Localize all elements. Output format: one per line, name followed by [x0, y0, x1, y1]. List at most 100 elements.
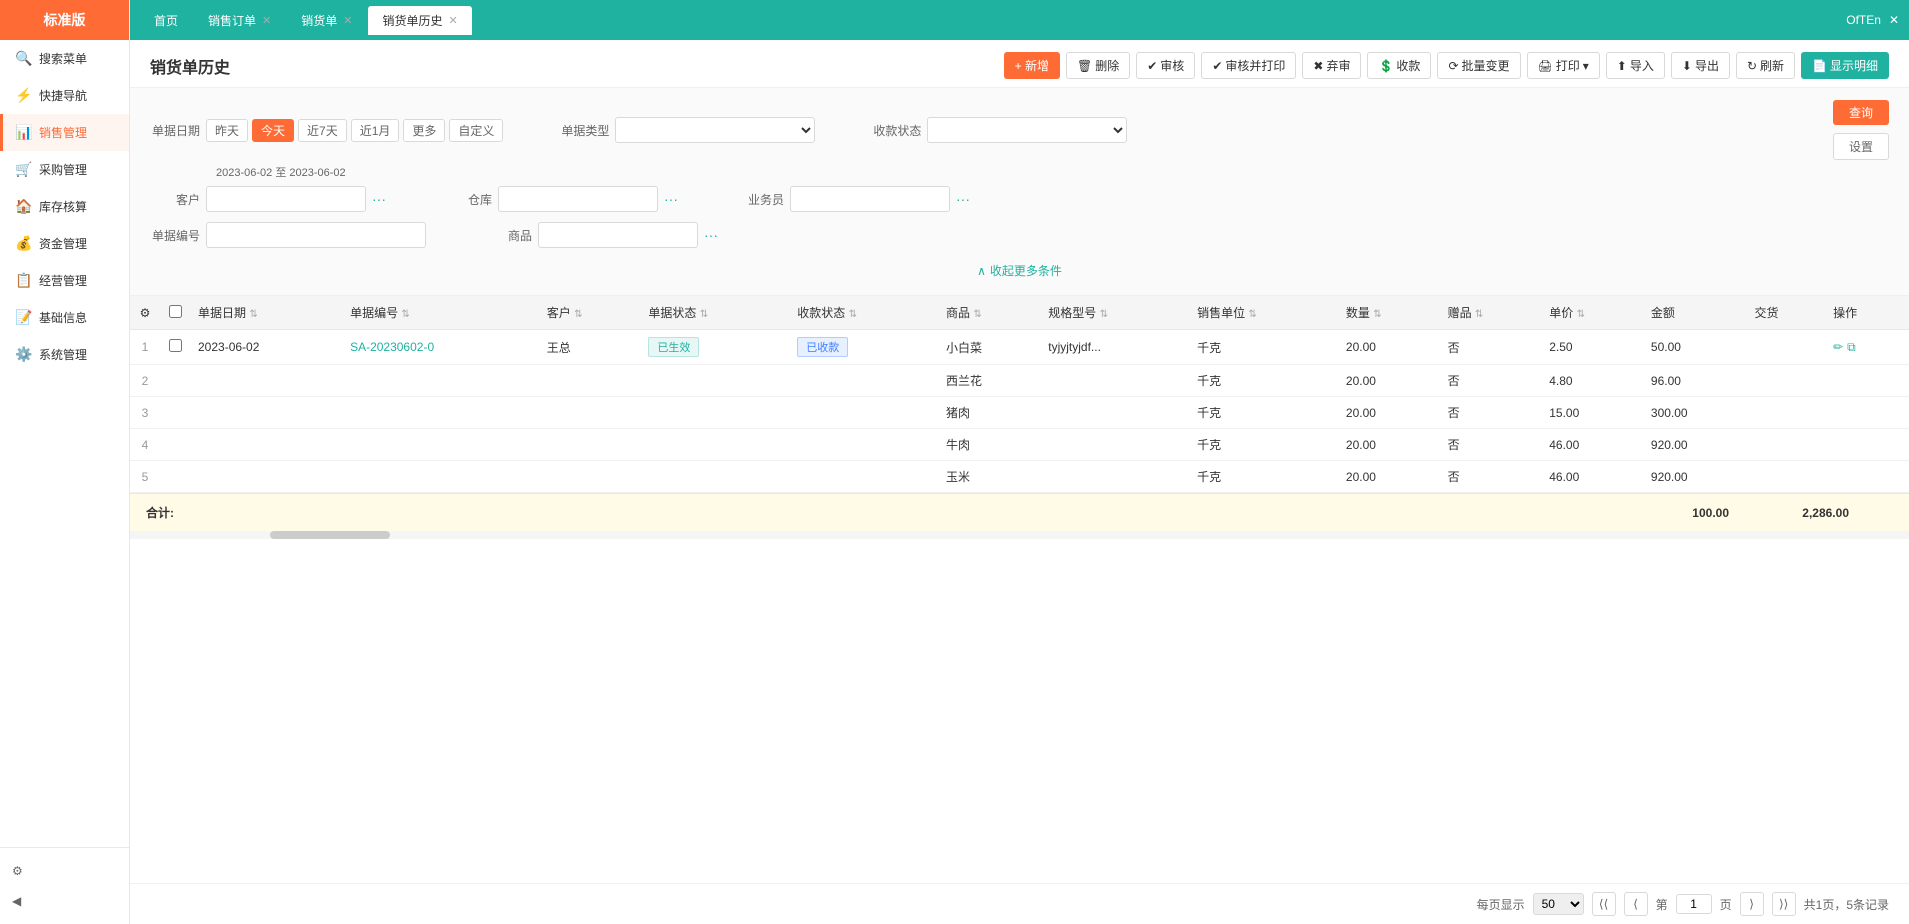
sidebar-item-capital-mgmt[interactable]: 💰 资金管理	[0, 225, 129, 262]
row-transaction-2	[1746, 397, 1825, 429]
th-date[interactable]: 单据日期 ⇅	[190, 296, 342, 330]
th-pay-status[interactable]: 收款状态 ⇅	[789, 296, 938, 330]
date-btn-7days[interactable]: 近7天	[298, 119, 347, 142]
display-detail-button[interactable]: 📄 显示明细	[1801, 52, 1889, 79]
row-check-2[interactable]	[160, 397, 190, 429]
date-btn-more[interactable]: 更多	[403, 119, 445, 142]
sidebar-item-sales-mgmt[interactable]: 📊 销售管理	[0, 114, 129, 151]
row-docno-3[interactable]	[342, 429, 539, 461]
tab-sales-delivery[interactable]: 销货单 ✕	[287, 6, 366, 35]
sort-date-icon: ⇅	[249, 309, 257, 320]
row-checkbox-0[interactable]	[169, 339, 182, 352]
sidebar-bottom-collapse[interactable]: ◀	[0, 886, 129, 916]
tab-sales-order-close[interactable]: ✕	[262, 14, 271, 27]
audit-print-button[interactable]: ✔ 审核并打印	[1201, 52, 1296, 79]
select-all-checkbox[interactable]	[169, 305, 182, 318]
th-spec[interactable]: 规格型号 ⇅	[1040, 296, 1189, 330]
refresh-button[interactable]: ↻ 刷新	[1736, 52, 1795, 79]
warehouse-input[interactable]	[498, 186, 658, 212]
print-button[interactable]: 🖨 打印 ▾	[1527, 52, 1600, 79]
row-docno-4[interactable]	[342, 461, 539, 493]
customer-select-icon[interactable]: ···	[372, 191, 386, 207]
table-body: 1 2023-06-02 SA-20230602-0 王总 已生效 已收款 小白…	[130, 330, 1909, 493]
audit-button[interactable]: ✔ 审核	[1136, 52, 1195, 79]
th-price[interactable]: 单价 ⇅	[1541, 296, 1643, 330]
collect-icon: 💲	[1378, 59, 1393, 73]
export-button[interactable]: ⬇ 导出	[1671, 52, 1730, 79]
date-btn-custom[interactable]: 自定义	[449, 119, 503, 142]
sidebar-item-system-mgmt[interactable]: ⚙️ 系统管理	[0, 336, 129, 373]
collapse-button[interactable]: ∧ 收起更多条件	[150, 258, 1889, 283]
settings-button[interactable]: 设置	[1833, 133, 1889, 160]
horizontal-scrollbar[interactable]	[130, 531, 1909, 539]
batch-change-button[interactable]: ⟳ 批量变更	[1437, 52, 1520, 79]
page-number-input[interactable]	[1676, 894, 1712, 914]
th-qty[interactable]: 数量 ⇅	[1338, 296, 1440, 330]
date-btn-today[interactable]: 今天	[252, 119, 294, 142]
docno-input[interactable]	[206, 222, 426, 248]
row-price-4: 46.00	[1541, 461, 1643, 493]
first-page-button[interactable]: ⟨⟨	[1592, 892, 1616, 916]
import-icon: ⬆	[1617, 59, 1627, 73]
prev-page-button[interactable]: ⟨	[1624, 892, 1648, 916]
abandon-button[interactable]: ✖ 弃审	[1302, 52, 1361, 79]
date-btn-yesterday[interactable]: 昨天	[206, 119, 248, 142]
last-page-button[interactable]: ⟩⟩	[1772, 892, 1796, 916]
row-check-4[interactable]	[160, 461, 190, 493]
row-date-3	[190, 429, 342, 461]
sidebar-item-quick-nav[interactable]: ⚡ 快捷导航	[0, 77, 129, 114]
action-copy-0[interactable]: ⧉	[1847, 340, 1856, 354]
collect-button[interactable]: 💲 收款	[1367, 52, 1431, 79]
next-page-button[interactable]: ⟩	[1740, 892, 1764, 916]
doc-type-select[interactable]	[615, 117, 815, 143]
action-edit-0[interactable]: ✏	[1833, 340, 1843, 354]
sidebar-item-basic-info[interactable]: 📝 基础信息	[0, 299, 129, 336]
salesperson-input[interactable]	[790, 186, 950, 212]
goods-select-icon[interactable]: ···	[704, 227, 718, 243]
row-goods-2: 猪肉	[938, 397, 1040, 429]
filter-row-2: 客户 ··· 仓库 ··· 业务员 ···	[150, 186, 1889, 212]
sidebar-item-search-menu[interactable]: 🔍 搜索菜单	[0, 40, 129, 77]
row-docno-2[interactable]	[342, 397, 539, 429]
goods-input[interactable]	[538, 222, 698, 248]
tab-sales-order[interactable]: 销售订单 ✕	[194, 6, 285, 35]
th-unit[interactable]: 销售单位 ⇅	[1189, 296, 1338, 330]
import-button[interactable]: ⬆ 导入	[1606, 52, 1665, 79]
new-button[interactable]: + 新增	[1004, 52, 1060, 79]
row-docno-0[interactable]: SA-20230602-0	[342, 330, 539, 365]
query-button[interactable]: 查询	[1833, 100, 1889, 125]
sidebar-item-operation-mgmt[interactable]: 📋 经营管理	[0, 262, 129, 299]
salesperson-select-icon[interactable]: ···	[956, 191, 970, 207]
scrollbar-thumb[interactable]	[270, 531, 390, 539]
row-check-0[interactable]	[160, 330, 190, 365]
table-row: 4 牛肉 千克 20.00 否 46.00 920.00	[130, 429, 1909, 461]
delete-button[interactable]: 🗑 删除	[1066, 52, 1130, 79]
row-gift-2: 否	[1440, 397, 1542, 429]
tab-sales-delivery-close[interactable]: ✕	[343, 14, 352, 27]
th-goods[interactable]: 商品 ⇅	[938, 296, 1040, 330]
th-checkbox[interactable]	[160, 296, 190, 330]
filter-row-date-range: 2023-06-02 至 2023-06-02	[150, 164, 1889, 180]
th-gear[interactable]: ⚙	[130, 296, 160, 330]
row-check-1[interactable]	[160, 365, 190, 397]
tab-sales-history-close[interactable]: ✕	[449, 14, 458, 27]
topbar-close-icon[interactable]: ✕	[1889, 13, 1899, 27]
tab-home[interactable]: 首页	[140, 6, 192, 35]
th-docno[interactable]: 单据编号 ⇅	[342, 296, 539, 330]
th-doc-status[interactable]: 单据状态 ⇅	[640, 296, 789, 330]
sidebar-item-purchase-mgmt[interactable]: 🛒 采购管理	[0, 151, 129, 188]
tab-sales-history[interactable]: 销货单历史 ✕	[368, 6, 471, 35]
warehouse-select-icon[interactable]: ···	[664, 191, 678, 207]
th-gift[interactable]: 赠品 ⇅	[1440, 296, 1542, 330]
th-customer[interactable]: 客户 ⇅	[539, 296, 641, 330]
row-docno-1[interactable]	[342, 365, 539, 397]
date-btn-1month[interactable]: 近1月	[351, 119, 400, 142]
sidebar-item-label: 资金管理	[39, 235, 87, 252]
sidebar-bottom-settings[interactable]: ⚙	[0, 856, 129, 886]
customer-input[interactable]	[206, 186, 366, 212]
sidebar-item-inventory-calc[interactable]: 🏠 库存核算	[0, 188, 129, 225]
page-size-select[interactable]: 50 100 200	[1533, 893, 1584, 915]
row-paystatus-1	[789, 365, 938, 397]
row-check-3[interactable]	[160, 429, 190, 461]
payment-status-select[interactable]	[927, 117, 1127, 143]
